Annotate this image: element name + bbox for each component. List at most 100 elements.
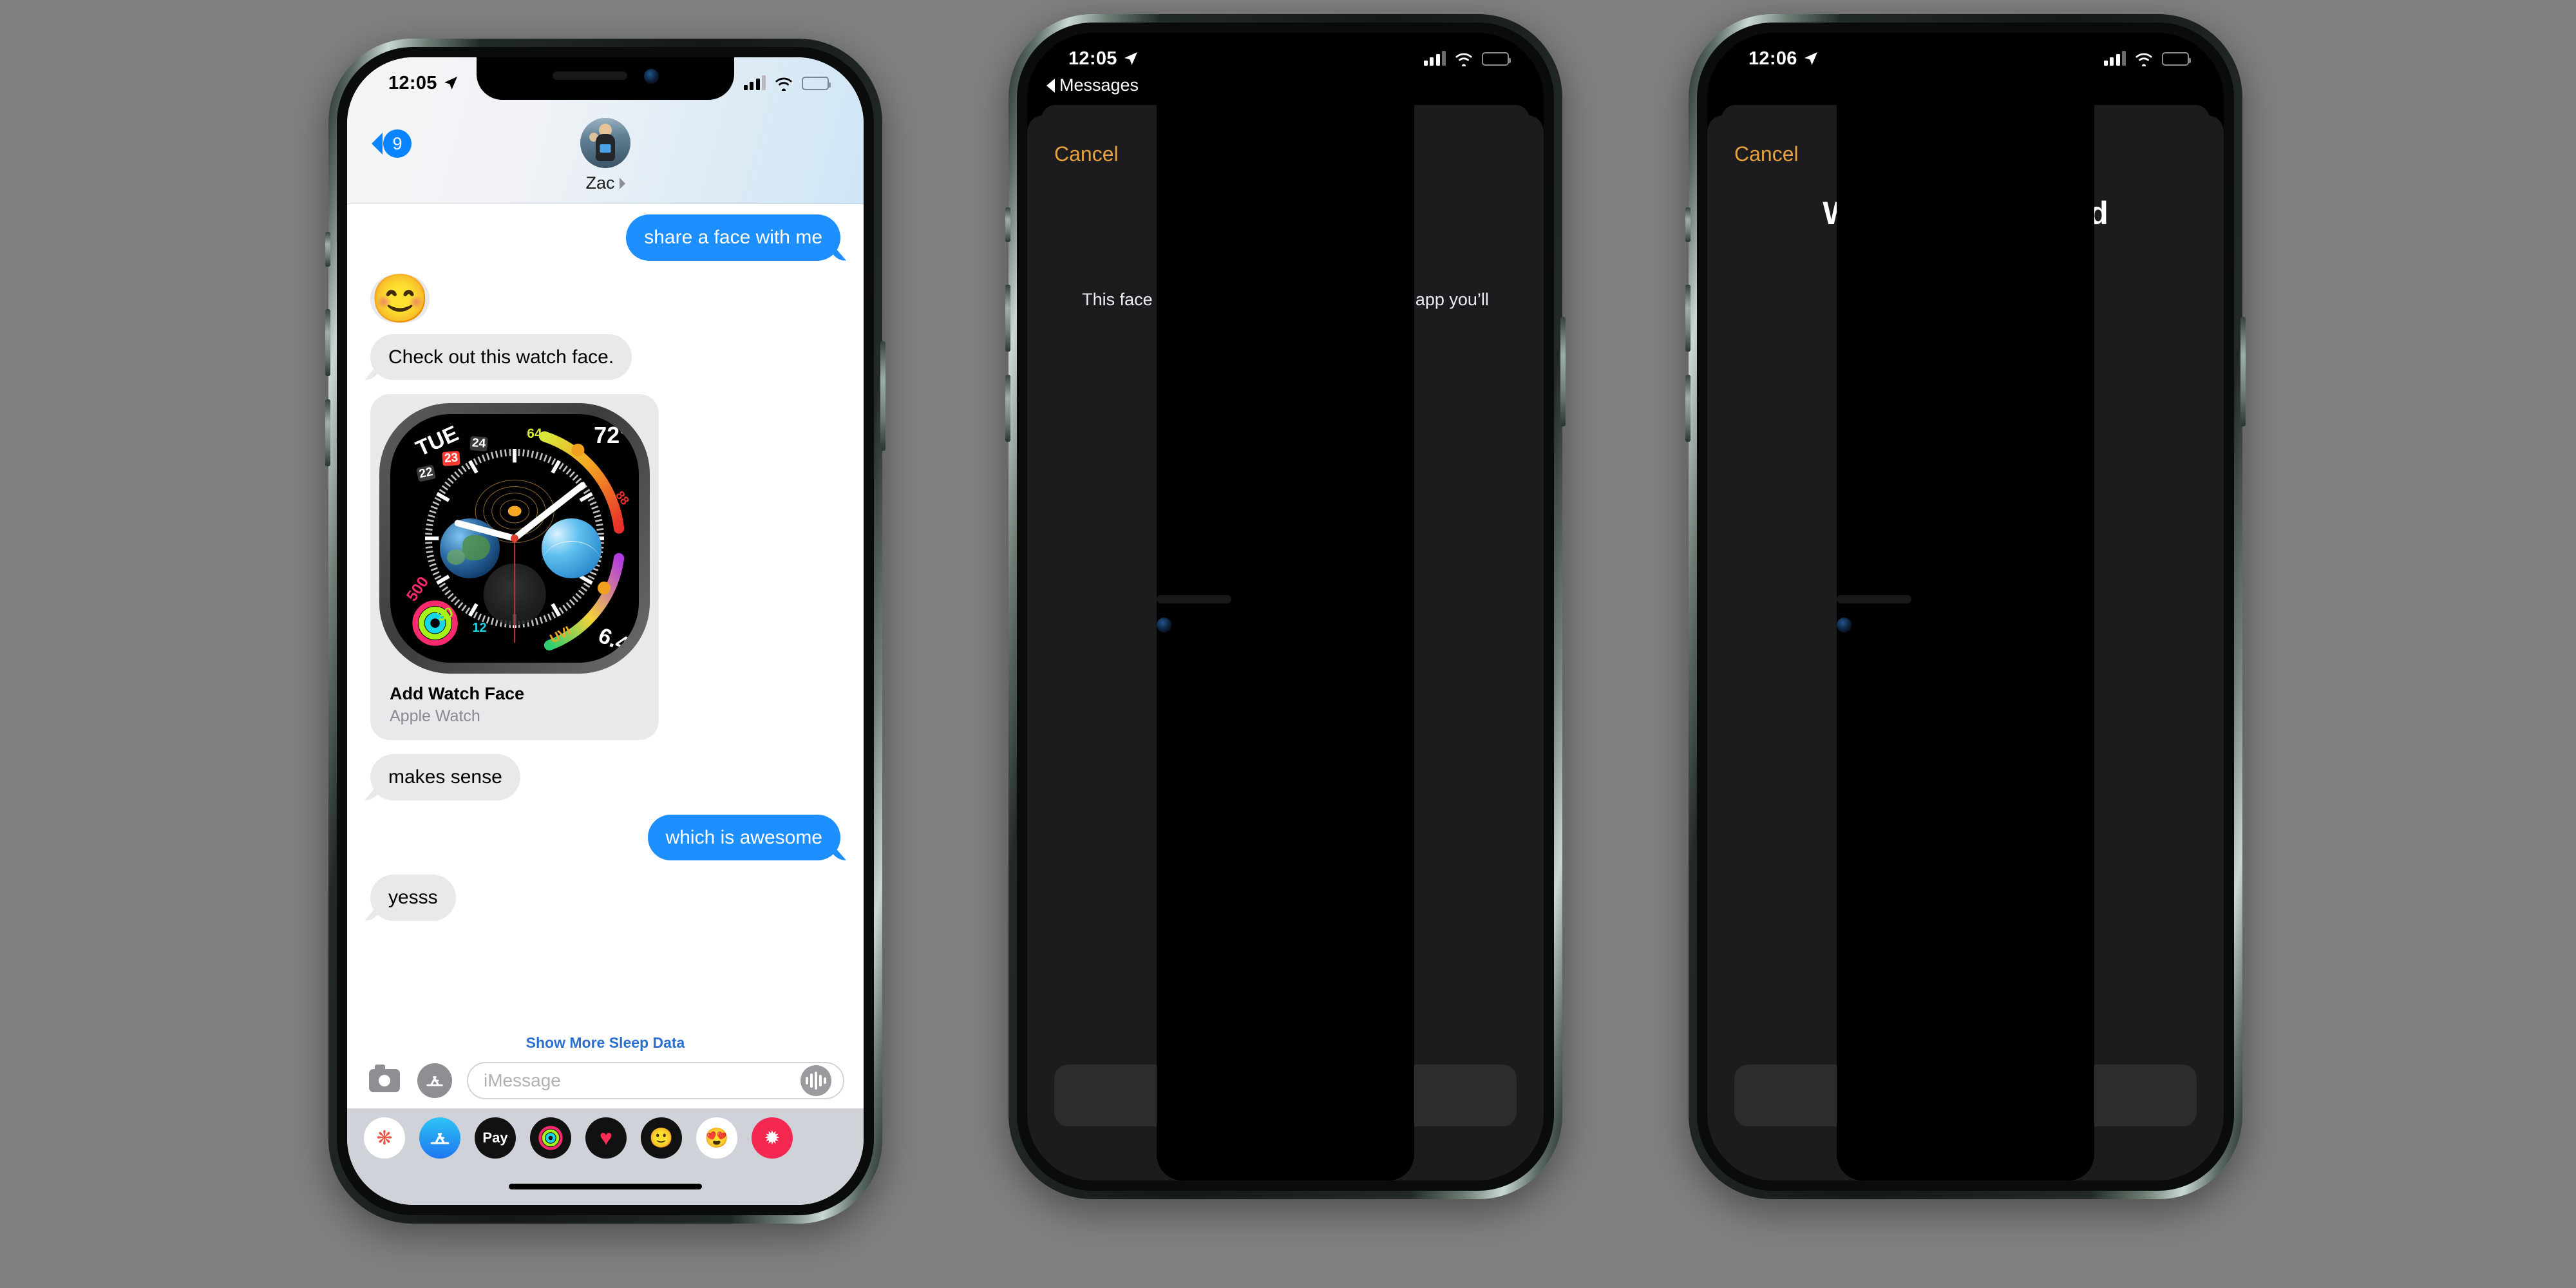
back-label: Messages [1059, 75, 1139, 95]
mute-switch[interactable] [1005, 207, 1010, 242]
message-bubble-incoming[interactable]: makes sense [370, 754, 520, 800]
globe-app-icon[interactable]: ✹ [752, 1117, 793, 1159]
message-bubble-outgoing[interactable]: share a face with me [626, 214, 840, 261]
home-indicator[interactable] [509, 1183, 702, 1189]
message-row: TUE 22 23 24 64 72° 88 500 30 12 UVI 6.4… [370, 394, 840, 740]
volume-up-button[interactable] [325, 309, 330, 376]
show-more-sleep-data-link[interactable]: Show More Sleep Data [347, 1034, 864, 1054]
status-time: 12:05 [388, 72, 437, 93]
message-bubble-outgoing[interactable]: which is awesome [647, 814, 840, 860]
add-watch-face-screen: 12:05 Messages Cancel This face app you’… [1027, 33, 1544, 1180]
iphone-device-add-face: 12:05 Messages Cancel This face app you’… [1005, 14, 1566, 1199]
location-arrow-icon [1124, 52, 1137, 65]
triangle-left-icon [1046, 78, 1055, 93]
status-bar: 12:05 [347, 57, 864, 100]
front-camera-icon [1837, 618, 1852, 632]
second-hand [514, 538, 515, 643]
back-to-conversations-button[interactable]: 9 [372, 129, 412, 158]
mute-switch[interactable] [325, 232, 330, 267]
watch-face-share-card[interactable]: TUE 22 23 24 64 72° 88 500 30 12 UVI 6.4… [370, 394, 659, 740]
cellular-bars-icon [743, 75, 766, 90]
uv-graph-complication [542, 518, 602, 578]
device-notch [1157, 33, 1414, 1180]
app-store-app-icon[interactable] [419, 1117, 460, 1159]
contact-name-button[interactable]: out Zac [585, 173, 625, 193]
chevron-right-icon [619, 177, 625, 189]
cellular-bars-icon [1423, 51, 1446, 66]
infograph-face-p1: TUE 22 23 24 64 72° 88 500 30 12 UVI 6.4 [390, 414, 639, 663]
date-next: 24 [469, 435, 488, 451]
watch-face-added-screen: 12:06 Cancel [1707, 33, 2224, 1180]
chevron-left-icon [372, 133, 383, 155]
contact-avatar[interactable] [580, 118, 630, 168]
status-bar: 12:05 [1027, 33, 1544, 75]
photos-app-icon[interactable]: ❋ [364, 1117, 405, 1159]
message-thread[interactable]: share a face with me 😊 Check out this wa… [347, 204, 864, 1034]
hand-pivot [511, 535, 518, 542]
location-arrow-icon [444, 77, 457, 90]
message-row: yesss [370, 875, 840, 921]
message-bubble-incoming[interactable]: Check out this watch face. [370, 334, 632, 380]
device-notch [1837, 33, 2094, 1180]
wifi-icon [1455, 53, 1472, 66]
status-bar: 12:06 [1707, 33, 2224, 75]
battery-icon [2162, 52, 2191, 66]
card-title: Add Watch Face [390, 684, 525, 703]
battery-icon [1482, 52, 1511, 66]
message-row: Check out this watch face. [370, 334, 840, 380]
message-bubble-emoji[interactable]: 😊 [370, 274, 430, 323]
power-button[interactable] [2240, 317, 2246, 426]
health-app-icon[interactable]: ♥ [585, 1117, 627, 1159]
app-store-button[interactable] [417, 1063, 453, 1099]
volume-down-button[interactable] [1685, 375, 1690, 442]
battery-icon [802, 76, 831, 90]
audio-waveform-icon[interactable] [800, 1065, 831, 1096]
watch-face-preview: TUE 22 23 24 64 72° 88 500 30 12 UVI 6.4 [379, 403, 650, 674]
imessage-input[interactable]: iMessage [467, 1062, 844, 1099]
temp-low-label: 64 [527, 426, 542, 442]
message-row: share a face with me [370, 214, 840, 261]
volume-down-button[interactable] [325, 399, 330, 466]
unread-count-badge: 9 [383, 129, 412, 158]
activity-rings-complication [412, 600, 458, 646]
memoji-sticker-app-icon[interactable]: 😍 [696, 1117, 737, 1159]
imessage-app-drawer[interactable]: ❋ Pay ♥ 🙂 😍 ✹ [347, 1108, 864, 1168]
date-today: 23 [442, 450, 460, 466]
earpiece-speaker [1157, 595, 1231, 603]
activity-rings-app-icon[interactable] [530, 1117, 571, 1159]
message-bubble-incoming[interactable]: yesss [370, 875, 456, 921]
message-row: which is awesome [370, 814, 840, 860]
imessage-placeholder: iMessage [484, 1070, 561, 1090]
message-row: makes sense [370, 754, 840, 800]
status-time: 12:05 [1068, 48, 1117, 69]
back-to-messages-button[interactable]: Messages [1046, 75, 1139, 95]
power-button[interactable] [1560, 317, 1566, 426]
status-time: 12:06 [1748, 48, 1797, 69]
front-camera-icon [1157, 618, 1171, 632]
app-store-icon [417, 1063, 452, 1098]
mute-switch[interactable] [1685, 207, 1690, 242]
cellular-bars-icon [2103, 51, 2126, 66]
temp-now-label: 72° [594, 421, 629, 448]
earpiece-speaker [1837, 595, 1911, 603]
message-row: 😊 [370, 274, 840, 323]
iphone-device-face-added: 12:06 Cancel [1685, 14, 2246, 1199]
memoji-face-id-app-icon[interactable]: 🙂 [641, 1117, 682, 1159]
camera-icon [369, 1065, 400, 1092]
volume-down-button[interactable] [1005, 375, 1010, 442]
card-subtitle: Apple Watch [390, 707, 480, 725]
volume-up-button[interactable] [1685, 285, 1690, 352]
volume-up-button[interactable] [1005, 285, 1010, 352]
home-indicator-area [347, 1168, 864, 1205]
power-button[interactable] [880, 341, 886, 451]
screenshot-canvas: 12:05 9 Zac share a face with me 😊 Check… [0, 0, 2576, 1288]
camera-button[interactable] [366, 1063, 402, 1099]
apple-pay-app-icon[interactable]: Pay [475, 1117, 516, 1159]
contact-name-text: Zac [585, 173, 615, 193]
messages-app: 9 out Zac share a face with [347, 57, 864, 1205]
wifi-icon [775, 77, 792, 91]
message-input-bar: iMessage [347, 1054, 864, 1108]
location-arrow-icon [1804, 52, 1817, 65]
iphone-device-messages: 12:05 9 Zac share a face with me 😊 Check… [325, 39, 886, 1224]
wifi-icon [2136, 53, 2152, 66]
